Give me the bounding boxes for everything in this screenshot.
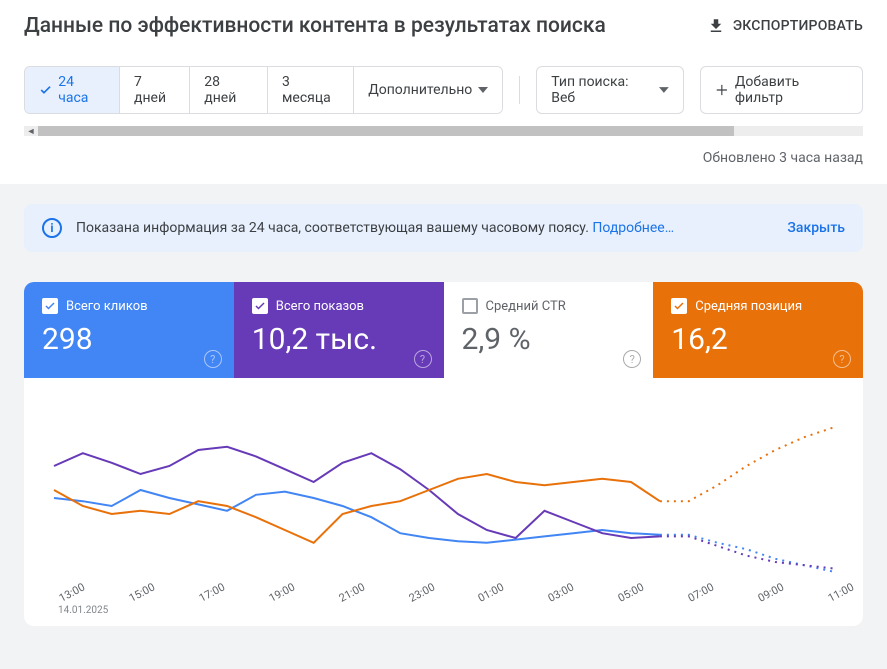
seg-label: 24 часа — [58, 74, 105, 106]
seg-label: 3 месяца — [282, 74, 339, 106]
metric-label: Всего кликов — [66, 299, 148, 314]
metric-value: 2,9 % — [462, 322, 636, 357]
metric-impressions[interactable]: Всего показов 10,2 тыс. ? — [234, 282, 444, 378]
checkbox-checked-icon — [42, 298, 58, 314]
line-chart — [44, 408, 843, 588]
plus-icon — [715, 83, 729, 97]
metric-position[interactable]: Средняя позиция 16,2 ? — [653, 282, 863, 378]
seg-label: 7 дней — [134, 74, 175, 106]
date-range-24h[interactable]: 24 часа — [25, 67, 120, 113]
metric-label: Всего показов — [276, 299, 364, 314]
updated-text: Обновлено 3 часа назад — [0, 142, 887, 184]
chart-area: 13:00 15:00 17:00 19:00 21:00 23:00 01:00 03:00… — [24, 378, 863, 626]
x-tick: 03:00 — [543, 583, 561, 604]
caret-down-icon — [478, 85, 488, 95]
checkbox-unchecked-icon — [462, 298, 478, 314]
x-tick: 09:00 — [753, 583, 771, 604]
info-banner: i Показана информация за 24 часа, соотве… — [24, 204, 863, 252]
x-tick: 15:00 — [124, 583, 142, 604]
banner-close-button[interactable]: Закрыть — [787, 220, 845, 236]
download-icon — [707, 17, 725, 35]
check-icon — [39, 83, 52, 97]
seg-label: Дополнительно — [368, 82, 472, 98]
help-icon[interactable]: ? — [414, 350, 432, 368]
search-type-label: Тип поиска: Веб — [551, 74, 653, 106]
x-tick: 11:00 — [823, 583, 841, 604]
banner-learn-more-link[interactable]: Подробнее… — [592, 220, 674, 236]
filters-row: 24 часа 7 дней 28 дней 3 месяца Дополнит… — [0, 54, 887, 126]
checkbox-checked-icon — [252, 298, 268, 314]
export-label: ЭКСПОРТИРОВАТЬ — [733, 18, 863, 34]
date-range-segmented: 24 часа 7 дней 28 дней 3 месяца Дополнит… — [24, 66, 503, 114]
performance-card: Всего кликов 298 ? Всего показов 10,2 ты… — [24, 282, 863, 626]
page-title: Данные по эффективности контента в резул… — [24, 14, 606, 38]
page-header: Данные по эффективности контента в резул… — [0, 0, 887, 54]
info-icon: i — [42, 218, 62, 238]
x-tick: 23:00 — [404, 583, 422, 604]
search-type-filter[interactable]: Тип поиска: Веб — [536, 66, 684, 114]
x-tick: 17:00 — [194, 583, 212, 604]
date-range-3m[interactable]: 3 месяца — [268, 67, 354, 113]
metric-label: Средний CTR — [486, 299, 566, 314]
x-tick: 01:00 — [473, 583, 491, 604]
seg-label: 28 дней — [204, 74, 253, 106]
date-range-more[interactable]: Дополнительно — [354, 67, 502, 113]
banner-text: Показана информация за 24 часа, соответс… — [76, 220, 589, 236]
date-range-28d[interactable]: 28 дней — [190, 67, 268, 113]
metric-value: 16,2 — [671, 322, 845, 357]
x-axis-date: 14.01.2025 — [44, 605, 843, 616]
x-tick: 07:00 — [683, 583, 701, 604]
export-button[interactable]: ЭКСПОРТИРОВАТЬ — [707, 17, 863, 35]
help-icon[interactable]: ? — [623, 350, 641, 368]
horizontal-scrollbar[interactable]: ◄ — [0, 126, 887, 142]
add-filter-button[interactable]: Добавить фильтр — [700, 66, 863, 114]
add-filter-label: Добавить фильтр — [735, 74, 848, 106]
scroll-thumb[interactable] — [38, 126, 734, 136]
x-tick: 21:00 — [334, 583, 352, 604]
help-icon[interactable]: ? — [833, 350, 851, 368]
caret-down-icon — [659, 85, 669, 95]
x-tick: 13:00 — [54, 583, 72, 604]
x-tick: 19:00 — [264, 583, 282, 604]
date-range-7d[interactable]: 7 дней — [120, 67, 190, 113]
checkbox-checked-icon — [671, 298, 687, 314]
x-tick: 05:00 — [613, 583, 631, 604]
scroll-left-arrow[interactable]: ◄ — [24, 126, 38, 136]
metric-value: 10,2 тыс. — [252, 322, 426, 357]
metric-ctr[interactable]: Средний CTR 2,9 % ? — [444, 282, 654, 378]
metric-clicks[interactable]: Всего кликов 298 ? — [24, 282, 234, 378]
metric-row: Всего кликов 298 ? Всего показов 10,2 ты… — [24, 282, 863, 378]
metric-value: 298 — [42, 322, 216, 357]
divider — [519, 76, 520, 104]
metric-label: Средняя позиция — [695, 299, 802, 314]
banner-text-wrap: Показана информация за 24 часа, соответс… — [76, 220, 674, 236]
help-icon[interactable]: ? — [204, 350, 222, 368]
